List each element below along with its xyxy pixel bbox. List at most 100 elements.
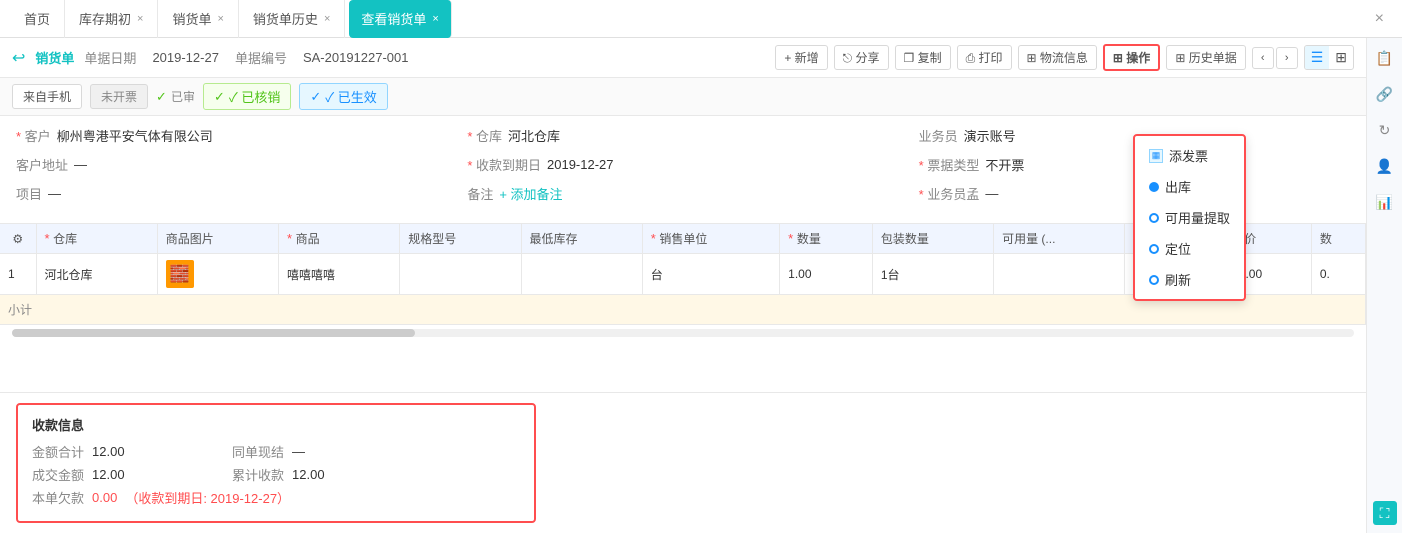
- qty-cell: 1.00: [780, 254, 873, 295]
- effective-label: ✓ 已生效: [325, 87, 377, 106]
- address-value: —: [74, 157, 87, 172]
- main-wrapper: ↩ 销货单 单据日期 2019-12-27 单据编号 SA-20191227-0…: [0, 38, 1402, 533]
- available-cell: [994, 254, 1125, 295]
- history-button[interactable]: ⊞ 历史单据: [1166, 45, 1245, 70]
- tab-view-sales[interactable]: 查看销货单 ×: [349, 0, 451, 38]
- available-qty-label: 可用量提取: [1165, 208, 1230, 227]
- transaction-item: 成交金额 12.00: [32, 465, 192, 484]
- project-value: —: [48, 186, 61, 201]
- product-img-cell: 🧱: [157, 254, 278, 295]
- no-label: 单据编号: [235, 48, 287, 67]
- project-label: 项目: [16, 184, 42, 203]
- customer-field: 客户 柳州粤港平安气体有限公司: [16, 126, 447, 145]
- unit-col-header: * 销售单位: [642, 224, 779, 254]
- gear-col-header[interactable]: ⚙: [0, 224, 36, 254]
- available-qty-item[interactable]: 可用量提取: [1135, 202, 1244, 233]
- cumulative-item: 累计收款 12.00: [232, 465, 392, 484]
- sidebar-refresh-icon[interactable]: ↻: [1373, 118, 1397, 142]
- same-order-value: —: [292, 444, 305, 459]
- effective-icon: ✓: [310, 89, 321, 105]
- confirm-area: ✓ 已审: [156, 88, 195, 105]
- sidebar-link-icon[interactable]: 🔗: [1373, 82, 1397, 106]
- window-close-button[interactable]: ×: [1367, 10, 1392, 28]
- balance-item: 本单欠款 0.00 （收款到期日: 2019-12-27）: [32, 488, 432, 507]
- view-list-button[interactable]: ☰: [1305, 46, 1330, 69]
- tab-inventory[interactable]: 库存期初 ×: [65, 0, 158, 38]
- payment-due-field: 收款到期日 2019-12-27: [467, 155, 898, 174]
- warehouse-col-header: * 仓库: [36, 224, 157, 254]
- effective-badge[interactable]: ✓ ✓ 已生效: [299, 83, 387, 110]
- customer-label: 客户: [16, 126, 51, 145]
- tab-sales-history[interactable]: 销货单历史 ×: [239, 0, 345, 38]
- print-button[interactable]: ⎙ 打印: [957, 45, 1012, 70]
- total-item: 金额合计 12.00: [32, 442, 192, 461]
- min-stock-col-header: 最低库存: [521, 224, 642, 254]
- payment-due-value: 2019-12-27: [547, 157, 614, 172]
- note-label: 备注: [467, 184, 493, 203]
- locate-item[interactable]: 定位: [1135, 233, 1244, 264]
- warehouse-field: 仓库 河北仓库: [467, 126, 898, 145]
- seq-cell: 1: [0, 254, 36, 295]
- locate-icon: [1149, 244, 1159, 254]
- more-col-header: 数: [1311, 224, 1365, 254]
- nav-arrows: ‹ ›: [1252, 47, 1298, 69]
- pack-qty-col-header: 包装数量: [872, 224, 993, 254]
- outbound-item[interactable]: 出库: [1135, 171, 1244, 202]
- toolbar-actions: + 新增 ⎋ 分享 ❐ 复制 ⎙ 打印 ⊞ 物流信息 ⊞ 操作 ⊞ 历史单据 ‹…: [775, 44, 1354, 71]
- add-button[interactable]: + 新增: [775, 45, 827, 70]
- tab-view-sales-close[interactable]: ×: [432, 13, 438, 25]
- tab-sales[interactable]: 销货单 ×: [158, 0, 238, 38]
- confirm-icon: ✓: [156, 89, 167, 105]
- doc-area: ↩ 销货单 单据日期 2019-12-27 单据编号 SA-20191227-0…: [0, 38, 1366, 533]
- refresh-item[interactable]: 刷新: [1135, 264, 1244, 295]
- doc-type-icon: ↩: [12, 48, 25, 68]
- qty-col-header: * 数量: [780, 224, 873, 254]
- balance-label: 本单欠款: [32, 488, 84, 507]
- available-col-header: 可用量 (...: [994, 224, 1125, 254]
- toolbar-row1: ↩ 销货单 单据日期 2019-12-27 单据编号 SA-20191227-0…: [0, 38, 1366, 78]
- sidebar-user-icon[interactable]: 👤: [1373, 154, 1397, 178]
- same-order-label: 同单现结: [232, 442, 284, 461]
- tab-home[interactable]: 首页: [10, 0, 65, 38]
- operate-button[interactable]: ⊞ 操作: [1103, 44, 1160, 71]
- available-qty-icon: [1149, 213, 1159, 223]
- logistics-button[interactable]: ⊞ 物流信息: [1018, 45, 1097, 70]
- tab-sales-history-close[interactable]: ×: [324, 13, 330, 25]
- product-col-header: * 商品: [279, 224, 400, 254]
- pack-qty-cell: 1台: [872, 254, 993, 295]
- from-phone-button[interactable]: 来自手机: [12, 84, 82, 109]
- spec-col-header: 规格型号: [400, 224, 521, 254]
- nav-next-button[interactable]: ›: [1276, 47, 1298, 69]
- not-open-badge[interactable]: 未开票: [90, 84, 148, 109]
- product-img-col-header: 商品图片: [157, 224, 278, 254]
- add-invoice-icon: ▦: [1149, 149, 1163, 163]
- confirm-label: 已审: [171, 88, 195, 105]
- project-field: 项目 —: [16, 184, 447, 203]
- customer-value: 柳州粤港平安气体有限公司: [57, 126, 213, 145]
- view-grid-button[interactable]: ⊞: [1329, 46, 1353, 69]
- share-button[interactable]: ⎋ 分享: [834, 45, 889, 70]
- tab-sales-close[interactable]: ×: [217, 13, 223, 25]
- outbound-icon: [1149, 182, 1159, 192]
- sidebar-doc-icon[interactable]: 📋: [1373, 46, 1397, 70]
- spec-cell: [400, 254, 521, 295]
- add-invoice-item[interactable]: ▦ 添发票: [1135, 140, 1244, 171]
- view-toggle: ☰ ⊞: [1304, 45, 1354, 70]
- outbound-label: 出库: [1165, 177, 1191, 196]
- payment-box: 收款信息 金额合计 12.00 同单现结 — 成交金额 12.00: [16, 403, 536, 523]
- copy-button[interactable]: ❐ 复制: [895, 45, 951, 70]
- scrollbar-thumb[interactable]: [12, 329, 415, 337]
- ticket-value: 不开票: [985, 155, 1024, 174]
- sidebar-expand-icon[interactable]: ⛶: [1373, 501, 1397, 525]
- horizontal-scrollbar[interactable]: [12, 329, 1354, 337]
- nav-prev-button[interactable]: ‹: [1252, 47, 1274, 69]
- cancelled-badge[interactable]: ✓ ✓ 已核销: [203, 83, 291, 110]
- cancelled-icon: ✓: [214, 89, 225, 105]
- employee-value: 演示账号: [964, 126, 1016, 145]
- refresh-label: 刷新: [1165, 270, 1191, 289]
- tab-bar: 首页 库存期初 × 销货单 × 销货单历史 × 查看销货单 × ×: [0, 0, 1402, 38]
- note-add-button[interactable]: + 添加备注: [499, 184, 562, 203]
- sidebar-chart-icon[interactable]: 📊: [1373, 190, 1397, 214]
- min-stock-cell: [521, 254, 642, 295]
- tab-inventory-close[interactable]: ×: [137, 13, 143, 25]
